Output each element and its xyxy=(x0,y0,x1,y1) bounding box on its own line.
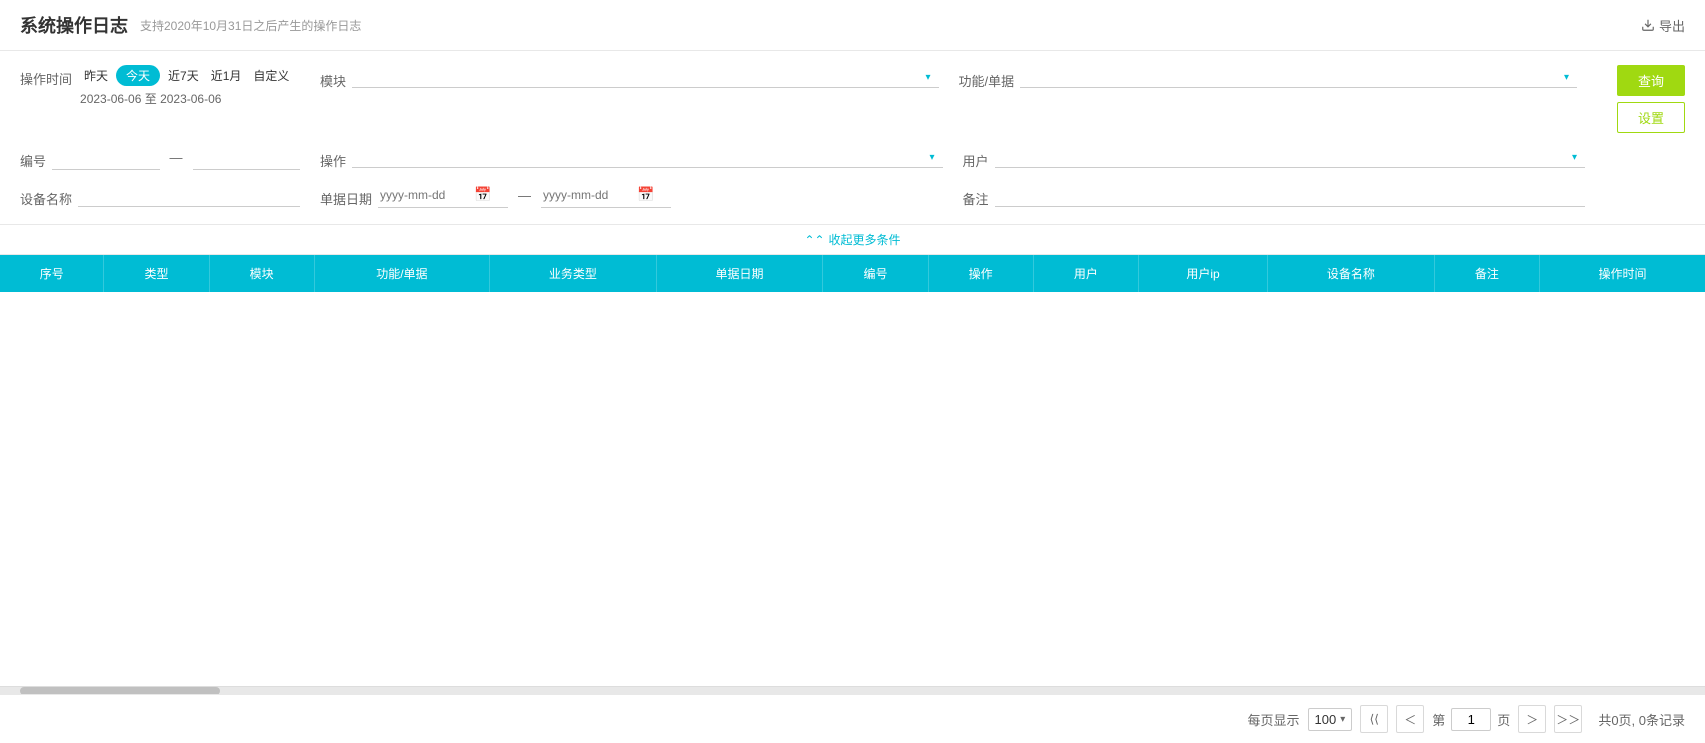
collapse-arrow-icon: ⌃⌃ xyxy=(804,233,824,247)
page-size-select[interactable]: 100 ▾ xyxy=(1308,708,1353,731)
calendar-from-icon[interactable]: 📅 xyxy=(474,186,491,203)
calendar-to-icon[interactable]: 📅 xyxy=(637,186,654,203)
col-function: 功能/单据 xyxy=(314,255,489,292)
col-user-ip: 用户ip xyxy=(1138,255,1267,292)
doc-date-from-wrapper: 📅 xyxy=(378,182,508,208)
device-input[interactable] xyxy=(78,183,300,207)
table-header-row: 序号 类型 模块 功能/单据 业务类型 单据日期 编号 操作 用户 用户ip 设… xyxy=(0,255,1705,292)
collapse-button[interactable]: ⌃⌃ 收起更多条件 xyxy=(804,231,900,248)
id-input-from[interactable] xyxy=(52,146,160,170)
next-page-button[interactable]: ＞ xyxy=(1518,705,1546,733)
date-range-display: 2023-06-06 至 2023-06-06 xyxy=(80,90,293,107)
function-chevron-icon: ▾ xyxy=(1564,72,1569,83)
page-input[interactable] xyxy=(1451,708,1491,731)
col-operation: 操作 xyxy=(928,255,1033,292)
horizontal-scrollbar[interactable] xyxy=(0,686,1705,694)
setting-button[interactable]: 设置 xyxy=(1617,102,1685,133)
user-select[interactable]: ▾ xyxy=(995,148,1585,168)
col-type: 类型 xyxy=(104,255,209,292)
id-label: 编号 xyxy=(20,145,46,170)
user-label: 用户 xyxy=(963,145,989,170)
function-label: 功能/单据 xyxy=(959,65,1015,90)
operation-select[interactable]: ▾ xyxy=(352,148,942,168)
col-user: 用户 xyxy=(1033,255,1138,292)
filter-section: 操作时间 昨天 今天 近7天 近1月 自定义 2023-06-06 至 2023… xyxy=(0,51,1705,225)
today-btn[interactable]: 今天 xyxy=(116,65,160,86)
col-op-time: 操作时间 xyxy=(1539,255,1705,292)
operation-label: 操作 xyxy=(320,145,346,170)
module-label: 模块 xyxy=(320,65,346,90)
col-id: 编号 xyxy=(823,255,928,292)
total-info: 共0页, 0条记录 xyxy=(1598,710,1685,729)
yesterday-btn[interactable]: 昨天 xyxy=(80,65,112,86)
col-biz-type: 业务类型 xyxy=(489,255,656,292)
action-buttons: 查询 设置 xyxy=(1617,65,1685,133)
doc-date-to-wrapper: 📅 xyxy=(541,182,671,208)
operation-chevron-icon: ▾ xyxy=(929,152,934,163)
month-btn[interactable]: 近1月 xyxy=(207,65,246,86)
col-doc-date: 单据日期 xyxy=(656,255,823,292)
col-remark: 备注 xyxy=(1434,255,1539,292)
user-chevron-icon: ▾ xyxy=(1572,152,1577,163)
time-selector: 昨天 今天 近7天 近1月 自定义 2023-06-06 至 2023-06-0… xyxy=(80,65,293,107)
col-index: 序号 xyxy=(0,255,104,292)
remark-input[interactable] xyxy=(995,183,1585,207)
page-info: 第 页 xyxy=(1432,708,1510,731)
table-container[interactable]: 序号 类型 模块 功能/单据 业务类型 单据日期 编号 操作 用户 用户ip 设… xyxy=(0,255,1705,686)
id-input-to[interactable] xyxy=(193,146,301,170)
doc-date-from-input[interactable] xyxy=(380,188,470,202)
function-select[interactable]: ▾ xyxy=(1020,68,1577,88)
collapse-bar: ⌃⌃ 收起更多条件 xyxy=(0,225,1705,255)
export-icon xyxy=(1641,18,1655,32)
page-title: 系统操作日志 xyxy=(20,12,128,38)
page-subtitle: 支持2020年10月31日之后产生的操作日志 xyxy=(140,17,361,34)
module-select[interactable]: ▾ xyxy=(352,68,938,88)
prev-page-button[interactable]: ＜ xyxy=(1396,705,1424,733)
doc-date-to-input[interactable] xyxy=(543,188,633,202)
custom-btn[interactable]: 自定义 xyxy=(249,65,293,86)
table-header: 序号 类型 模块 功能/单据 业务类型 单据日期 编号 操作 用户 用户ip 设… xyxy=(0,255,1705,292)
pagination: 每页显示 100 ▾ ⟨⟨ ＜ 第 页 ＞ ＞＞ 共0页, 0条记录 xyxy=(0,694,1705,743)
operation-time-label: 操作时间 xyxy=(20,65,72,88)
doc-date-label: 单据日期 xyxy=(320,183,372,208)
col-device: 设备名称 xyxy=(1268,255,1435,292)
remark-label: 备注 xyxy=(963,183,989,208)
device-label: 设备名称 xyxy=(20,183,72,208)
last-page-button[interactable]: ＞＞ xyxy=(1554,705,1582,733)
page-header: 系统操作日志 支持2020年10月31日之后产生的操作日志 导出 xyxy=(0,0,1705,51)
week-btn[interactable]: 近7天 xyxy=(164,65,203,86)
data-table: 序号 类型 模块 功能/单据 业务类型 单据日期 编号 操作 用户 用户ip 设… xyxy=(0,255,1705,292)
col-module: 模块 xyxy=(209,255,314,292)
query-button[interactable]: 查询 xyxy=(1617,65,1685,96)
module-chevron-icon: ▾ xyxy=(925,72,930,83)
export-button[interactable]: 导出 xyxy=(1641,16,1685,35)
per-page-label: 每页显示 xyxy=(1248,710,1300,729)
page-size-chevron-icon: ▾ xyxy=(1340,714,1345,725)
first-page-button[interactable]: ⟨⟨ xyxy=(1360,705,1388,733)
